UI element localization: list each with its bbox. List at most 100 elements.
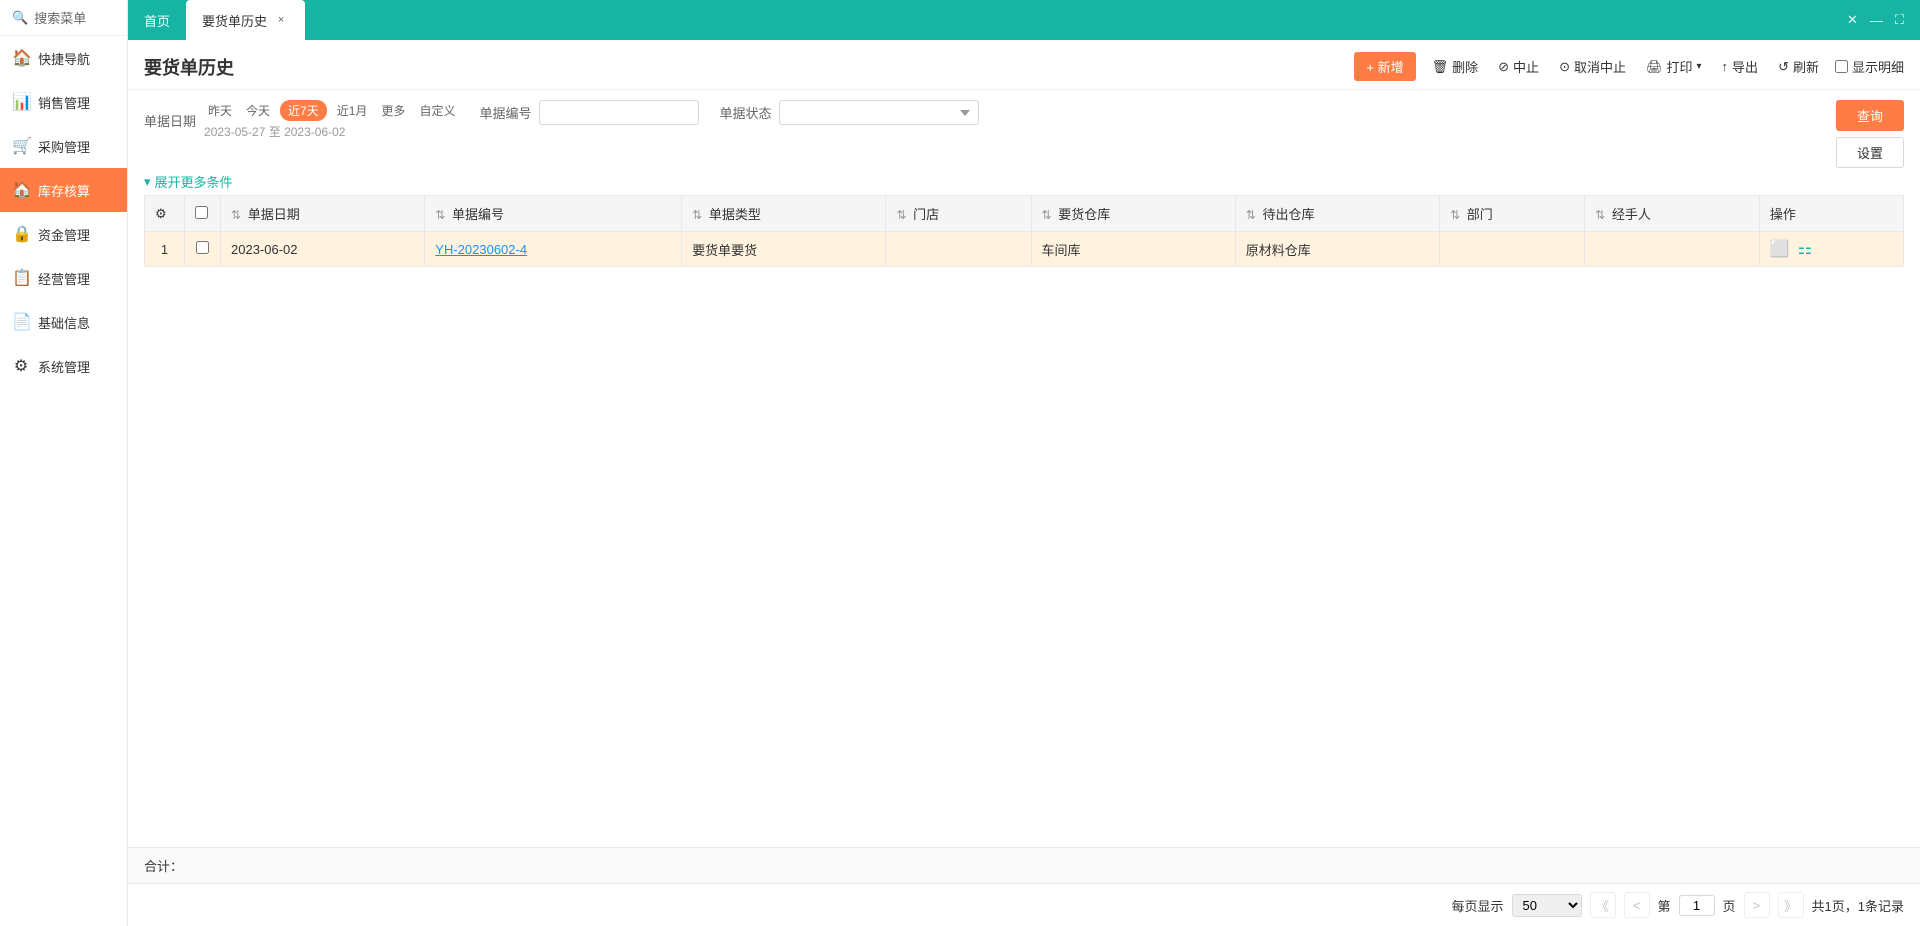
col-dept-sort-icon: ⇅ [1450, 208, 1460, 222]
col-docno-label: 单据编号 [452, 207, 504, 222]
date-btn-custom[interactable]: 自定义 [415, 101, 459, 120]
cart-icon: 🛒 [12, 136, 30, 156]
row-department [1440, 232, 1585, 267]
col-docno[interactable]: ⇅ 单据编号 [425, 196, 682, 232]
date-btn-7days[interactable]: 近7天 [280, 100, 327, 121]
col-reqwh-label: 要货仓库 [1058, 207, 1110, 222]
filter-date-label: 单据日期 [144, 111, 196, 130]
col-dept-label: 部门 [1467, 207, 1493, 222]
col-settings[interactable]: ⚙ [145, 196, 185, 232]
col-pending-warehouse[interactable]: ⇅ 待出仓库 [1235, 196, 1439, 232]
query-button[interactable]: 查询 [1836, 100, 1904, 131]
toolbar-suspend-button[interactable]: ⊘ 中止 [1494, 57, 1543, 76]
window-minimize-icon[interactable]: — [1870, 13, 1883, 28]
sidebar-item-label: 经营管理 [38, 269, 90, 288]
print-chevron-icon: ▾ [1697, 61, 1702, 72]
sidebar-item-finance[interactable]: 🔒 资金管理 [0, 212, 127, 256]
row-more-icon[interactable]: ⚏ [1798, 239, 1812, 259]
total-info: 共1页，1条记录 [1812, 896, 1904, 915]
data-table: ⚙ ⇅ 单据日期 ⇅ 单据编号 [144, 195, 1904, 267]
check-all-checkbox[interactable] [195, 206, 208, 219]
last-page-button[interactable]: 》 [1778, 892, 1804, 918]
row-handler [1585, 232, 1760, 267]
sidebar-search[interactable]: 🔍 搜索菜单 [0, 0, 127, 36]
settings-button[interactable]: 设置 [1836, 137, 1904, 168]
toolbar-suspend-label: 中止 [1513, 57, 1539, 76]
col-date-label: 单据日期 [248, 207, 300, 222]
date-btn-today[interactable]: 今天 [242, 101, 274, 120]
date-btn-more[interactable]: 更多 [377, 101, 409, 120]
home-icon: 🏠 [12, 48, 30, 68]
date-btn-yesterday[interactable]: 昨天 [204, 101, 236, 120]
table-body: 1 2023-06-02 YH-20230602-4 要货单要货 车间库 原材料… [145, 232, 1904, 267]
window-maximize-icon[interactable]: ⛶ [1895, 12, 1904, 28]
tab-close-icon[interactable]: × [273, 12, 289, 28]
expand-filter-button[interactable]: ▾ 展开更多条件 [144, 172, 1904, 191]
col-check-all[interactable] [185, 196, 221, 232]
row-docno-link[interactable]: YH-20230602-4 [435, 242, 527, 257]
col-req-warehouse[interactable]: ⇅ 要货仓库 [1031, 196, 1235, 232]
per-page-label: 每页显示 [1451, 896, 1503, 915]
sidebar-item-label: 系统管理 [38, 357, 90, 376]
col-action: 操作 [1759, 196, 1903, 232]
filter-docno-label: 单据编号 [479, 103, 531, 122]
col-doctype-sort-icon: ⇅ [692, 208, 702, 222]
filter-date: 单据日期 昨天 今天 近7天 近1月 更多 自定义 2023-05-27 至 2… [144, 100, 459, 140]
sidebar-item-label: 库存核算 [38, 181, 90, 200]
col-pendwh-sort-icon: ⇅ [1246, 208, 1256, 222]
cancel-suspend-icon: ⊙ [1559, 59, 1570, 75]
filter-status-select[interactable] [779, 100, 979, 125]
toolbar-refresh-label: 刷新 [1793, 57, 1819, 76]
toolbar-export-button[interactable]: ↑ 导出 [1718, 57, 1763, 76]
col-date[interactable]: ⇅ 单据日期 [221, 196, 425, 232]
next-page-button[interactable]: > [1744, 892, 1770, 918]
filter-docno-input[interactable] [539, 100, 699, 125]
sidebar-item-system[interactable]: ⚙ 系统管理 [0, 344, 127, 388]
toolbar-new-button[interactable]: + 新增 [1354, 52, 1415, 81]
filter-status: 单据状态 [719, 100, 979, 125]
date-btn-1month[interactable]: 近1月 [333, 101, 372, 120]
show-detail-checkbox[interactable] [1835, 60, 1848, 73]
sidebar-item-sales[interactable]: 📊 销售管理 [0, 80, 127, 124]
col-docno-sort-icon: ⇅ [435, 208, 445, 222]
col-handler[interactable]: ⇅ 经手人 [1585, 196, 1760, 232]
row-num: 1 [145, 232, 185, 267]
toolbar-refresh-button[interactable]: ↺ 刷新 [1774, 57, 1823, 76]
sidebar-item-label: 采购管理 [38, 137, 90, 156]
per-page-select[interactable]: 50 100 200 [1512, 894, 1582, 917]
toolbar-delete-button[interactable]: 🗑 删除 [1428, 57, 1483, 76]
sidebar-item-purchase[interactable]: 🛒 采购管理 [0, 124, 127, 168]
first-page-button[interactable]: 《 [1590, 892, 1616, 918]
lock-icon: 🔒 [12, 224, 30, 244]
col-department[interactable]: ⇅ 部门 [1440, 196, 1585, 232]
inventory-icon: 🏠 [12, 180, 30, 200]
row-check[interactable] [185, 232, 221, 267]
toolbar-print-button[interactable]: 🖨 打印 ▾ [1642, 57, 1706, 76]
show-detail-checkbox-wrap[interactable]: 显示明细 [1835, 57, 1904, 76]
window-close-icon[interactable]: ✕ [1847, 12, 1858, 28]
content-area: 要货单历史 + 新增 🗑 删除 ⊘ 中止 ⊙ 取消中止 🖨 打印 [128, 40, 1920, 926]
print-icon: 🖨 [1646, 59, 1663, 75]
suspend-icon: ⊘ [1498, 59, 1509, 75]
sidebar-item-basic-info[interactable]: 📄 基础信息 [0, 300, 127, 344]
page-label: 页 [1723, 896, 1736, 915]
row-edit-icon[interactable]: ⬜ [1770, 239, 1790, 259]
row-req-warehouse: 车间库 [1031, 232, 1235, 267]
toolbar-cancel-suspend-button[interactable]: ⊙ 取消中止 [1555, 57, 1630, 76]
sidebar-item-operations[interactable]: 📋 经营管理 [0, 256, 127, 300]
col-doctype-label: 单据类型 [709, 207, 761, 222]
filter-actions: 查询 设置 [1836, 100, 1904, 168]
row-actions: ⬜ ⚏ [1759, 232, 1903, 267]
prev-page-button[interactable]: < [1624, 892, 1650, 918]
table-head: ⚙ ⇅ 单据日期 ⇅ 单据编号 [145, 196, 1904, 232]
tab-active[interactable]: 要货单历史 × [186, 0, 305, 40]
sidebar-item-quick-nav[interactable]: 🏠 快捷导航 [0, 36, 127, 80]
sidebar-item-label: 销售管理 [38, 93, 90, 112]
row-checkbox[interactable] [196, 241, 209, 254]
tab-home[interactable]: 首页 [128, 0, 186, 40]
sidebar-item-inventory[interactable]: 🏠 库存核算 [0, 168, 127, 212]
current-page-input[interactable] [1679, 895, 1715, 916]
col-store[interactable]: ⇅ 门店 [886, 196, 1031, 232]
action-btns: ⬜ ⚏ [1770, 239, 1893, 259]
col-doctype[interactable]: ⇅ 单据类型 [682, 196, 886, 232]
